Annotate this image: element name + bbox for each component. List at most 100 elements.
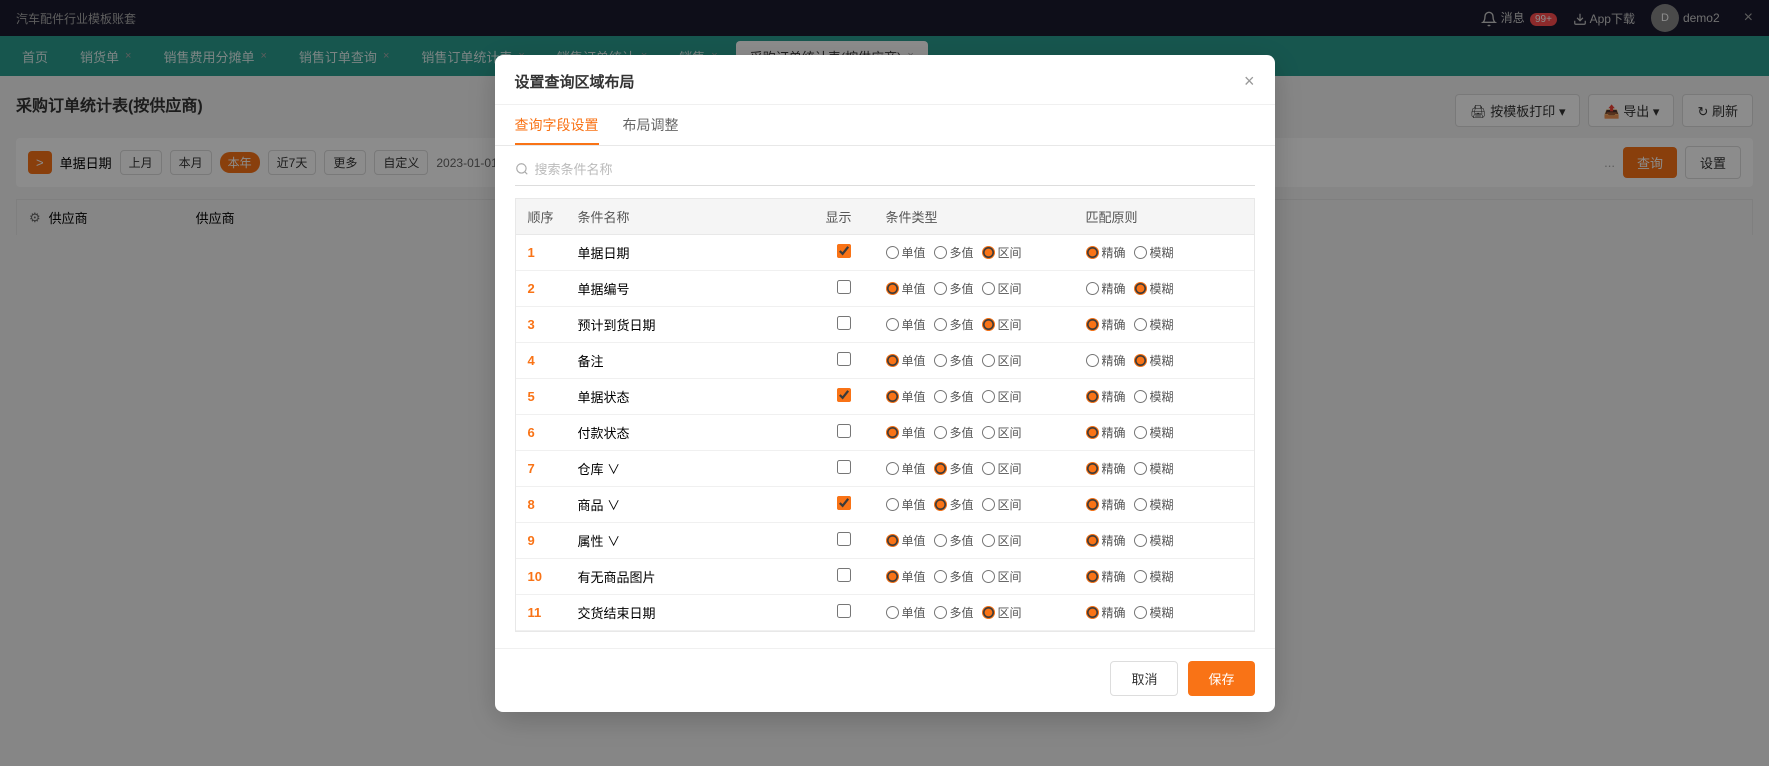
type-radio-单值[interactable]: 单值 [886, 316, 926, 333]
table-row: 5单据状态单值多值区间精确模糊 [516, 378, 1254, 414]
type-radio-区间[interactable]: 区间 [982, 496, 1022, 513]
type-radio-多值[interactable]: 多值 [934, 352, 974, 369]
type-radio-区间[interactable]: 区间 [982, 460, 1022, 477]
match-radio-精确[interactable]: 精确 [1086, 568, 1126, 585]
modal-tabs: 查询字段设置 布局调整 [495, 105, 1275, 146]
type-radio-多值[interactable]: 多值 [934, 244, 974, 261]
type-radio-多值[interactable]: 多值 [934, 316, 974, 333]
type-radio-多值[interactable]: 多值 [934, 532, 974, 549]
type-radio-多值[interactable]: 多值 [934, 496, 974, 513]
type-radio-单值[interactable]: 单值 [886, 352, 926, 369]
cell-name: 单据编号 [566, 270, 814, 306]
type-radio-单值[interactable]: 单值 [886, 244, 926, 261]
type-radio-多值[interactable]: 多值 [934, 604, 974, 621]
cell-display [814, 342, 874, 378]
cell-order: 7 [516, 450, 566, 486]
match-radio-精确[interactable]: 精确 [1086, 244, 1126, 261]
type-radio-单值[interactable]: 单值 [886, 388, 926, 405]
cell-match: 精确模糊 [1074, 594, 1254, 630]
match-radio-模糊[interactable]: 模糊 [1134, 352, 1174, 369]
save-button[interactable]: 保存 [1188, 661, 1254, 696]
cell-order: 10 [516, 558, 566, 594]
cell-type: 单值多值区间 [874, 450, 1074, 486]
match-radio-模糊[interactable]: 模糊 [1134, 532, 1174, 549]
cell-type: 单值多值区间 [874, 414, 1074, 450]
match-radio-模糊[interactable]: 模糊 [1134, 496, 1174, 513]
display-checkbox[interactable] [837, 244, 851, 258]
main-area: 采购订单统计表(按供应商) 🖨 按模板打印 ▾ 📤 导出 ▾ ↻ 刷新 > 单据… [0, 76, 1769, 766]
display-checkbox[interactable] [837, 568, 851, 582]
type-radio-区间[interactable]: 区间 [982, 532, 1022, 549]
display-checkbox[interactable] [837, 532, 851, 546]
th-name: 条件名称 [566, 199, 814, 235]
modal-tab-layout[interactable]: 布局调整 [623, 105, 679, 145]
type-radio-单值[interactable]: 单值 [886, 496, 926, 513]
match-radio-模糊[interactable]: 模糊 [1134, 244, 1174, 261]
search-icon [515, 162, 529, 176]
cell-name: 付款状态 [566, 414, 814, 450]
type-radio-区间[interactable]: 区间 [982, 424, 1022, 441]
display-checkbox[interactable] [837, 424, 851, 438]
match-radio-精确[interactable]: 精确 [1086, 352, 1126, 369]
cell-order: 8 [516, 486, 566, 522]
conditions-table: 顺序 条件名称 显示 条件类型 匹配原则 1单据日期单值多值区间精确模糊2单据编… [516, 199, 1254, 631]
cancel-button[interactable]: 取消 [1110, 661, 1178, 696]
display-checkbox[interactable] [837, 352, 851, 366]
type-radio-多值[interactable]: 多值 [934, 568, 974, 585]
type-radio-单值[interactable]: 单值 [886, 568, 926, 585]
type-radio-区间[interactable]: 区间 [982, 568, 1022, 585]
match-radio-模糊[interactable]: 模糊 [1134, 424, 1174, 441]
match-radio-精确[interactable]: 精确 [1086, 604, 1126, 621]
match-radio-模糊[interactable]: 模糊 [1134, 388, 1174, 405]
cell-display [814, 522, 874, 558]
type-radio-单值[interactable]: 单值 [886, 424, 926, 441]
type-radio-区间[interactable]: 区间 [982, 352, 1022, 369]
match-radio-精确[interactable]: 精确 [1086, 280, 1126, 297]
type-radio-单值[interactable]: 单值 [886, 460, 926, 477]
table-row: 3预计到货日期单值多值区间精确模糊 [516, 306, 1254, 342]
modal-tab-query-fields[interactable]: 查询字段设置 [515, 105, 599, 145]
type-radio-多值[interactable]: 多值 [934, 424, 974, 441]
cell-type: 单值多值区间 [874, 378, 1074, 414]
type-radio-单值[interactable]: 单值 [886, 604, 926, 621]
type-radio-区间[interactable]: 区间 [982, 604, 1022, 621]
cell-name: 交货结束日期 [566, 594, 814, 630]
table-row: 8商品 ∨单值多值区间精确模糊 [516, 486, 1254, 522]
table-row: 2 单据编号 单值多值区间 精确模糊 [516, 270, 1254, 306]
table-row: 7仓库 ∨单值多值区间精确模糊 [516, 450, 1254, 486]
display-checkbox[interactable] [837, 316, 851, 330]
modal-close-button[interactable]: × [1244, 71, 1255, 92]
match-radio-精确[interactable]: 精确 [1086, 388, 1126, 405]
table-row: 9属性 ∨单值多值区间精确模糊 [516, 522, 1254, 558]
type-radio-区间[interactable]: 区间 [982, 388, 1022, 405]
cell-type: 单值多值区间 [874, 234, 1074, 270]
display-checkbox[interactable] [837, 496, 851, 510]
order-num: 2 [528, 281, 535, 296]
display-checkbox[interactable] [837, 388, 851, 402]
cell-match: 精确模糊 [1074, 234, 1254, 270]
type-radio-区间[interactable]: 区间 [982, 280, 1022, 297]
display-checkbox[interactable] [837, 280, 851, 294]
match-radio-模糊[interactable]: 模糊 [1134, 604, 1174, 621]
type-radio-单值[interactable]: 单值 [886, 280, 926, 297]
type-radio-区间[interactable]: 区间 [982, 244, 1022, 261]
display-checkbox[interactable] [837, 604, 851, 618]
type-radio-多值[interactable]: 多值 [934, 388, 974, 405]
type-radio-多值[interactable]: 多值 [934, 280, 974, 297]
match-radio-精确[interactable]: 精确 [1086, 496, 1126, 513]
match-radio-精确[interactable]: 精确 [1086, 424, 1126, 441]
match-radio-模糊[interactable]: 模糊 [1134, 280, 1174, 297]
match-radio-模糊[interactable]: 模糊 [1134, 316, 1174, 333]
type-radio-区间[interactable]: 区间 [982, 316, 1022, 333]
type-radio-多值[interactable]: 多值 [934, 460, 974, 477]
match-radio-模糊[interactable]: 模糊 [1134, 460, 1174, 477]
match-radio-精确[interactable]: 精确 [1086, 460, 1126, 477]
display-checkbox[interactable] [837, 460, 851, 474]
match-radio-精确[interactable]: 精确 [1086, 532, 1126, 549]
type-radio-单值[interactable]: 单值 [886, 532, 926, 549]
match-radio-模糊[interactable]: 模糊 [1134, 568, 1174, 585]
modal-header: 设置查询区域布局 × [495, 55, 1275, 105]
cell-display [814, 486, 874, 522]
search-input[interactable] [535, 162, 735, 177]
match-radio-精确[interactable]: 精确 [1086, 316, 1126, 333]
